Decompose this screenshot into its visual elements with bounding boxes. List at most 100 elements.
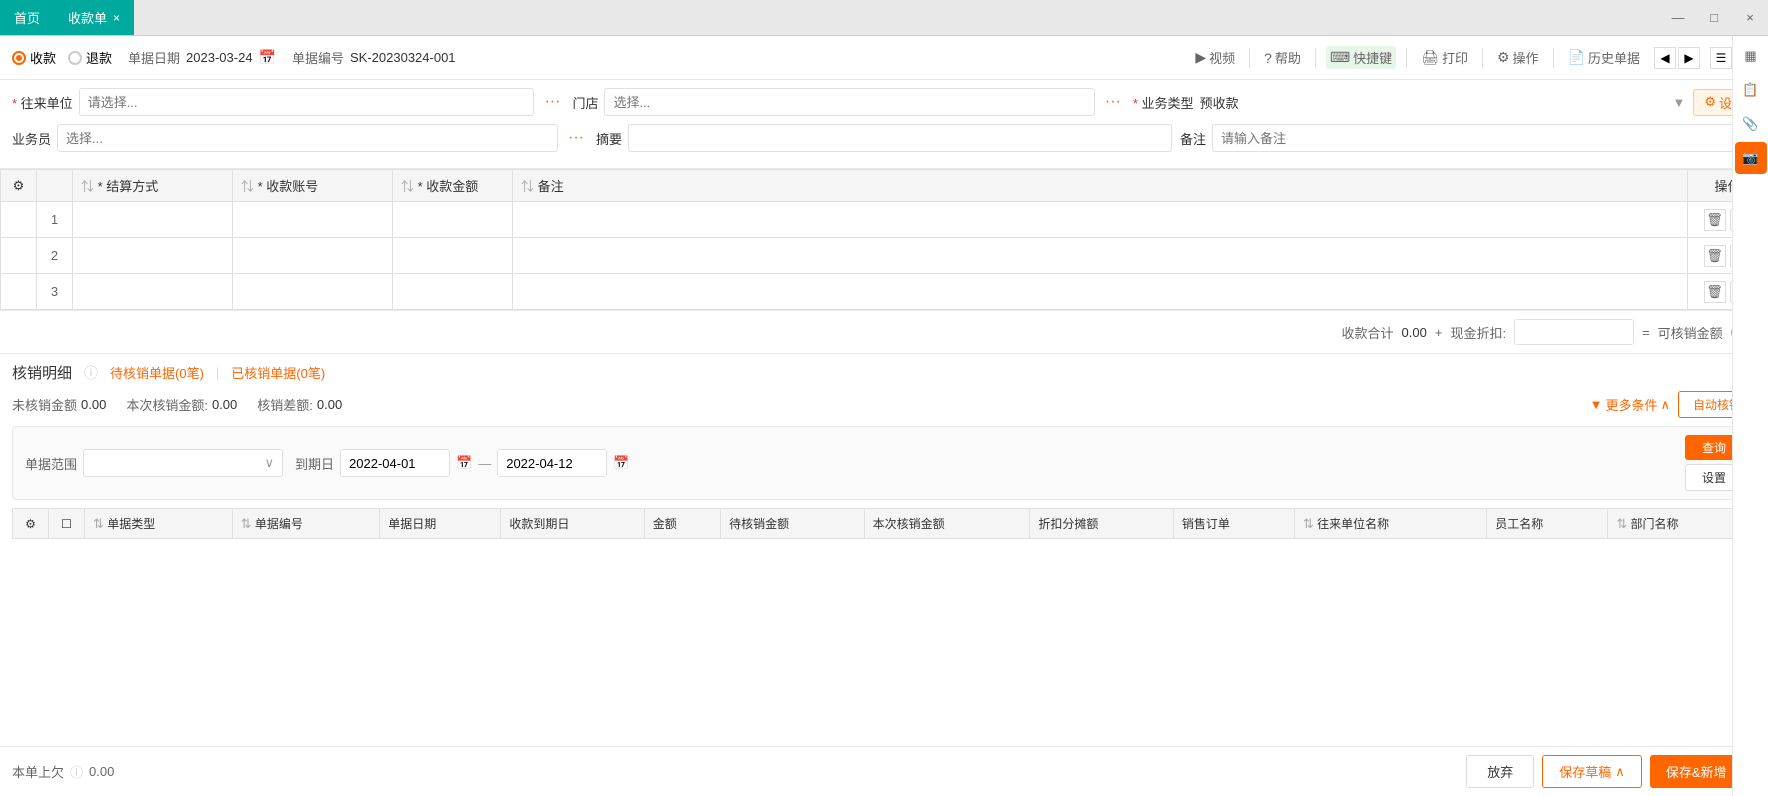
hx-th-settings[interactable]: ⚙ — [13, 509, 49, 539]
video-btn[interactable]: ▶ 视频 — [1191, 46, 1239, 69]
partner-more-btn[interactable]: ··· — [540, 93, 564, 111]
staff-input[interactable] — [57, 124, 558, 152]
partner-field: * 往来单位 ··· — [12, 88, 564, 116]
maximize-button[interactable]: □ — [1696, 0, 1732, 36]
help-btn[interactable]: ? 帮助 — [1260, 46, 1305, 69]
row2-method[interactable] — [73, 238, 233, 274]
th-index — [37, 170, 73, 202]
row1-remark[interactable] — [513, 202, 1688, 238]
row1-account[interactable] — [233, 202, 393, 238]
store-input[interactable] — [604, 88, 1094, 116]
per-order-value: 0.00 — [89, 764, 114, 779]
print-btn[interactable]: 🖨 打印 — [1417, 46, 1472, 69]
table-icon: ▦ — [1744, 48, 1756, 64]
per-order-info-icon[interactable]: ⓘ — [70, 762, 83, 781]
row3-delete-btn[interactable]: 🗑 — [1704, 281, 1726, 303]
history-icon: 📄 — [1568, 49, 1585, 66]
print-icon: 🖨 — [1421, 49, 1439, 66]
row2-amount[interactable] — [393, 238, 513, 274]
prev-btn[interactable]: ◀ — [1654, 47, 1676, 69]
hx-pending-tab[interactable]: 待核销单据(0笔) — [110, 363, 204, 382]
sidebar-icon-attachment[interactable]: 📎 — [1735, 108, 1767, 140]
hx-done-tab[interactable]: 已核销单据(0笔) — [231, 363, 325, 382]
available-label: 可核销金额 — [1658, 323, 1723, 342]
row3-account[interactable] — [233, 274, 393, 310]
operation-btn[interactable]: ⚙ 操作 — [1493, 46, 1543, 69]
shortcut-btn[interactable]: ⌨ 快捷键 — [1326, 46, 1396, 69]
due-start-input[interactable] — [340, 449, 450, 477]
divider5 — [1553, 48, 1554, 68]
hx-th-staff: 员工名称 — [1487, 509, 1608, 539]
calendar-end-icon[interactable]: 📅 — [613, 455, 629, 471]
store-more-btn[interactable]: ··· — [1101, 93, 1125, 111]
th-settings[interactable]: ⚙ — [1, 170, 37, 202]
date-field-group: 单据日期 2023-03-24 📅 — [128, 48, 276, 67]
th-amount: ⇅ * 收款金额 — [393, 170, 513, 202]
sidebar-icon-clipboard[interactable]: 📋 — [1735, 74, 1767, 106]
save-draft-label: 保存草稿 — [1559, 762, 1611, 781]
hx-th-discount: 折扣分摊额 — [1030, 509, 1173, 539]
save-draft-arrow-icon: ∧ — [1615, 764, 1625, 780]
note-input[interactable] — [1212, 124, 1756, 152]
bottom-left: 本单上欠 ⓘ 0.00 — [12, 762, 114, 781]
row3-amount[interactable] — [393, 274, 513, 310]
biz-type-value: 预收款 — [1200, 93, 1239, 112]
more-filter-btn[interactable]: ▼ 更多条件 ∧ — [1590, 395, 1670, 414]
row1-delete-btn[interactable]: 🗑 — [1704, 209, 1726, 231]
receipt-table-section: ⚙ ⇅ * 结算方式 ⇅ * 收款账号 ⇅ * 收 — [0, 169, 1768, 311]
sort-icon: ⇅ — [1303, 516, 1314, 531]
row3-method[interactable] — [73, 274, 233, 310]
biz-type-field: * 业务类型 预收款 ▼ — [1133, 93, 1685, 112]
summary-row: 收款合计 0.00 + 现金折扣: = 可核销金额 0.00 — [0, 311, 1768, 354]
calendar-start-icon[interactable]: 📅 — [456, 455, 472, 471]
biz-type-select[interactable]: 预收款 ▼ — [1200, 93, 1686, 112]
clipboard-icon: 📋 — [1742, 82, 1758, 98]
staff-more-btn[interactable]: ··· — [564, 129, 588, 147]
radio-refund[interactable]: 退款 — [68, 48, 112, 67]
row1-amount[interactable] — [393, 202, 513, 238]
abandon-btn[interactable]: 放弃 — [1466, 755, 1534, 788]
history-btn[interactable]: 📄 历史单据 — [1564, 46, 1644, 69]
hx-stats: 未核销金额 0.00 本次核销金额: 0.00 核销差额: 0.00 ▼ 更多条… — [12, 391, 1756, 418]
row1-settings — [1, 202, 37, 238]
hx-diff: 核销差额: 0.00 — [257, 395, 342, 414]
video-icon: ▶ — [1195, 49, 1206, 66]
due-end-input[interactable] — [497, 449, 607, 477]
discount-input[interactable] — [1514, 319, 1634, 345]
tab-home[interactable]: 首页 — [0, 0, 54, 35]
radio-collect[interactable]: 收款 — [12, 48, 56, 67]
hx-info-icon[interactable]: ⓘ — [84, 363, 98, 383]
date-range-separator: — — [478, 456, 491, 471]
row2-idx: 2 — [37, 238, 73, 274]
tab-receipt[interactable]: 收款单 × — [54, 0, 134, 35]
summary-input[interactable] — [628, 124, 1172, 152]
sidebar-icon-screenshot[interactable]: 📷 — [1735, 142, 1767, 174]
next-btn[interactable]: ▶ — [1678, 47, 1700, 69]
sort-icon2: ⇅ — [241, 179, 254, 194]
sort-icon: ⇅ — [81, 179, 94, 194]
row2-remark[interactable] — [513, 238, 1688, 274]
row1-method[interactable] — [73, 202, 233, 238]
th-remark: ⇅ 备注 — [513, 170, 1688, 202]
number-label: 单据编号 — [292, 48, 344, 67]
hx-query-row: 单据范围 ∨ 到期日 📅 — 📅 查询 设置 — [12, 426, 1756, 500]
date-calendar-icon[interactable]: 📅 — [259, 49, 276, 66]
note-label: 备注 — [1180, 129, 1206, 148]
more-filter-label: 更多条件 — [1605, 395, 1657, 414]
partner-input[interactable] — [79, 88, 535, 116]
sidebar-icon-table[interactable]: ▦ — [1735, 40, 1767, 72]
hx-th-checkbox[interactable]: ☐ — [49, 509, 85, 539]
plus-sign: + — [1435, 325, 1443, 340]
row2-delete-btn[interactable]: 🗑 — [1704, 245, 1726, 267]
help-icon: ? — [1264, 50, 1272, 66]
close-button[interactable]: × — [1732, 0, 1768, 36]
range-select[interactable]: ∨ — [83, 449, 283, 477]
list-view-btn[interactable]: ☰ — [1710, 47, 1732, 69]
save-draft-btn[interactable]: 保存草稿 ∧ — [1542, 755, 1642, 788]
sort-icon: ⇅ — [1616, 516, 1627, 531]
divider1 — [1249, 48, 1250, 68]
row3-remark[interactable] — [513, 274, 1688, 310]
minimize-button[interactable]: — — [1660, 0, 1696, 36]
row2-account[interactable] — [233, 238, 393, 274]
tab-close-icon[interactable]: × — [113, 11, 120, 25]
